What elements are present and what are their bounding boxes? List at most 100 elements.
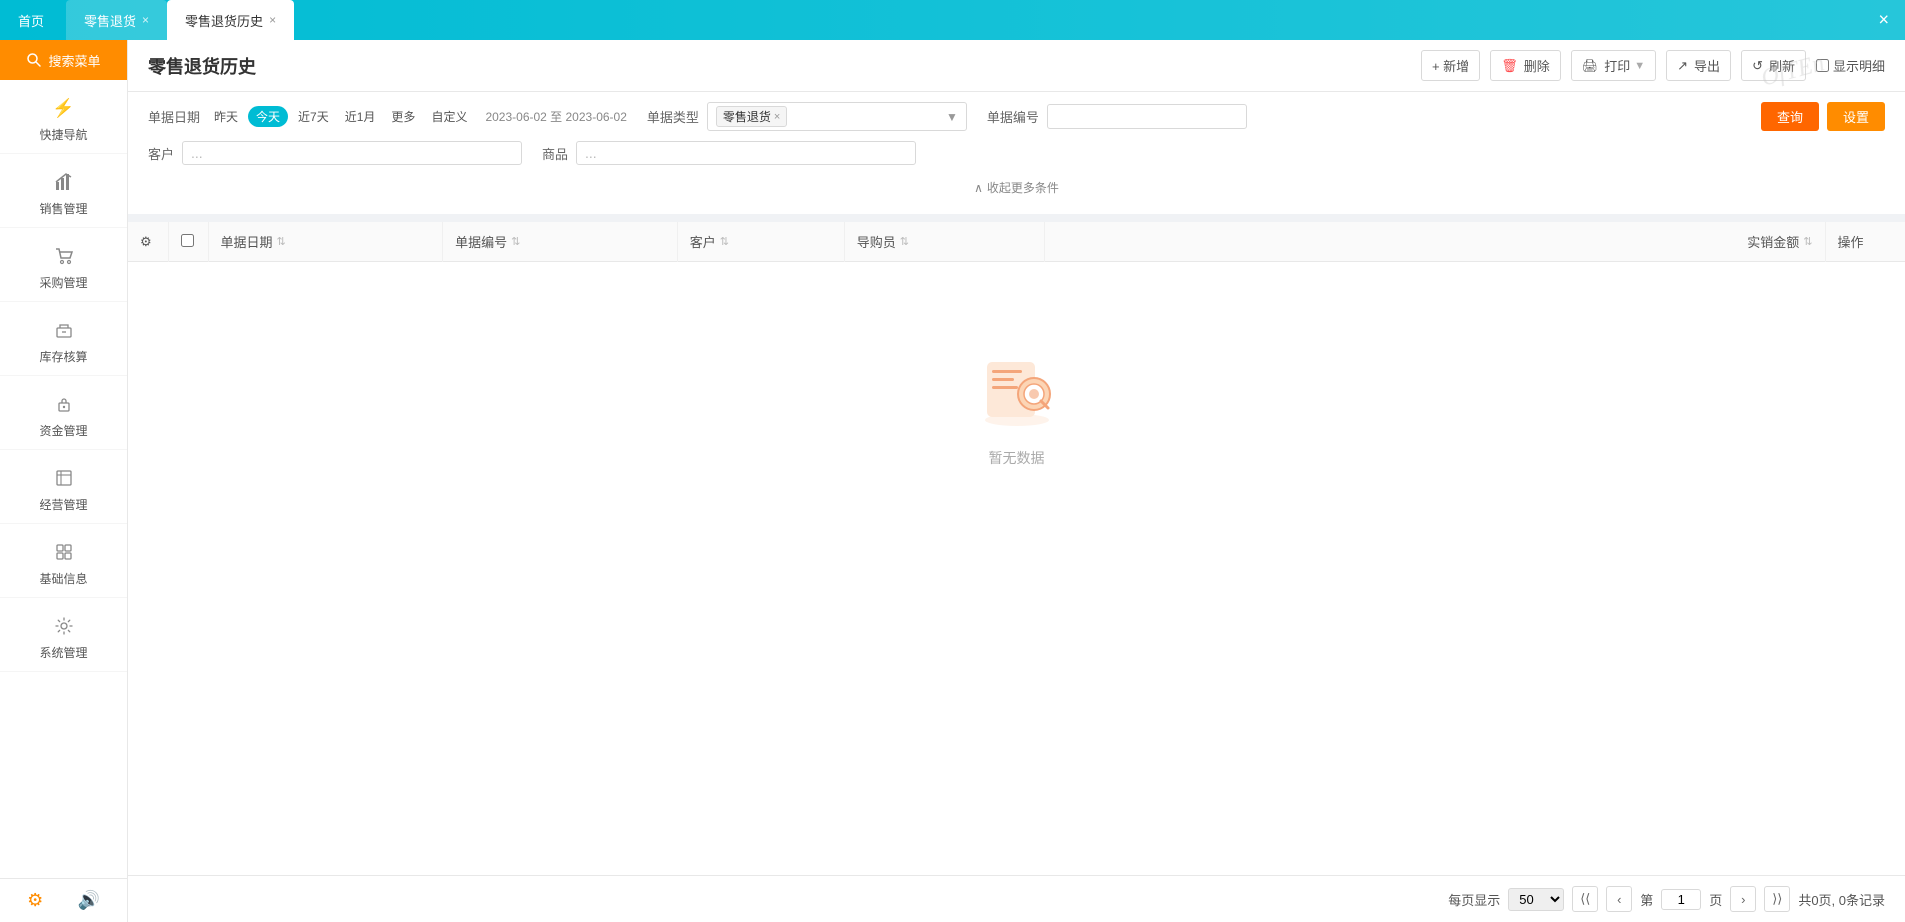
sidebar-item-system-mgmt[interactable]: 系统管理 bbox=[0, 598, 127, 672]
goods-label: 商品 bbox=[542, 144, 568, 163]
print-icon: 🖨 bbox=[1582, 58, 1599, 74]
th-doc-date[interactable]: 单据日期 ⇅ bbox=[208, 222, 443, 262]
th-customer-label: 客户 bbox=[690, 232, 716, 251]
tab-retail-return[interactable]: 零售退货 × bbox=[66, 0, 167, 40]
table-body: 暂无数据 bbox=[128, 262, 1905, 549]
customer-select[interactable]: ... bbox=[182, 141, 522, 165]
goods-select[interactable]: ... bbox=[576, 141, 916, 165]
empty-state-text: 暂无数据 bbox=[989, 448, 1045, 468]
page-size-select[interactable]: 20 50 100 bbox=[1508, 888, 1564, 911]
sidebar-search[interactable]: 搜索菜单 bbox=[0, 40, 127, 80]
sidebar-item-inventory[interactable]: 库存核算 bbox=[0, 302, 127, 376]
tab-retail-return-history[interactable]: 零售退货历史 × bbox=[167, 0, 294, 40]
doc-number-input[interactable] bbox=[1047, 104, 1247, 129]
empty-row: 暂无数据 bbox=[128, 262, 1905, 549]
pagination-bar: 每页显示 20 50 100 ⟨⟨ ‹ 第 1 页 › ⟩⟩ 共0页, 0条记录 bbox=[128, 875, 1905, 922]
date-btn-custom[interactable]: 自定义 bbox=[425, 106, 473, 127]
sidebar-item-quick-nav[interactable]: ⚡ 快捷导航 bbox=[0, 80, 127, 154]
date-btn-more[interactable]: 更多 bbox=[385, 106, 421, 127]
doc-type-tag-close[interactable]: × bbox=[774, 111, 780, 123]
sidebar-item-sales-mgmt[interactable]: 销售管理 bbox=[0, 154, 127, 228]
select-all-checkbox[interactable] bbox=[181, 234, 194, 247]
volume-bottom-icon[interactable]: 🔊 bbox=[77, 890, 99, 911]
display-detail-group: 显示明细 bbox=[1816, 56, 1885, 75]
settings-bottom-icon[interactable]: ⚙ bbox=[27, 890, 43, 911]
th-amount-label: 实销金额 bbox=[1747, 232, 1799, 251]
collapse-icon: ∧ bbox=[974, 181, 983, 195]
page-header-top: 零售退货历史 + 新增 🗑 删除 🖨 打印 ▼ ↗ bbox=[148, 50, 1885, 81]
new-button[interactable]: + 新增 bbox=[1421, 50, 1480, 81]
system-mgmt-icon bbox=[50, 612, 78, 640]
display-detail-label: 显示明细 bbox=[1833, 56, 1885, 75]
sidebar-item-quick-nav-label: 快捷导航 bbox=[39, 126, 87, 143]
date-btn-7days[interactable]: 近7天 bbox=[292, 106, 335, 127]
window-close-button[interactable]: × bbox=[1878, 10, 1889, 31]
sidebar-search-label: 搜索菜单 bbox=[48, 51, 100, 70]
export-button[interactable]: ↗ 导出 bbox=[1666, 50, 1731, 81]
tab-retail-return-history-close[interactable]: × bbox=[269, 13, 276, 27]
customer-placeholder: ... bbox=[191, 145, 203, 161]
goods-placeholder: ... bbox=[585, 145, 597, 161]
query-button[interactable]: 查询 bbox=[1761, 102, 1819, 131]
query-actions: 查询 设置 bbox=[1761, 102, 1885, 131]
tab-retail-return-history-label: 零售退货历史 bbox=[185, 11, 263, 30]
refresh-icon: ↺ bbox=[1752, 58, 1763, 74]
page-first-button[interactable]: ⟨⟨ bbox=[1572, 886, 1598, 912]
delete-icon: 🗑 bbox=[1501, 58, 1518, 74]
delete-button[interactable]: 🗑 删除 bbox=[1490, 50, 1561, 81]
page-next-button[interactable]: › bbox=[1730, 886, 1756, 912]
sidebar: 搜索菜单 ⚡ 快捷导航 销售管理 bbox=[0, 40, 128, 922]
refresh-button-label: 刷新 bbox=[1769, 56, 1795, 75]
sidebar-menu: ⚡ 快捷导航 销售管理 bbox=[0, 80, 127, 878]
th-guide[interactable]: 导购员 ⇅ bbox=[844, 222, 1045, 262]
th-settings[interactable]: ⚙ bbox=[128, 222, 168, 262]
sidebar-item-finance[interactable]: 资金管理 bbox=[0, 376, 127, 450]
header-actions: + 新增 🗑 删除 🖨 打印 ▼ ↗ 导出 bbox=[1421, 50, 1885, 81]
doc-type-select[interactable]: 零售退货 × ▼ bbox=[707, 102, 967, 131]
data-table: ⚙ 单据日期 ⇅ 单据编号 bbox=[128, 222, 1905, 548]
sidebar-item-operations[interactable]: 经营管理 bbox=[0, 450, 127, 524]
page-number-input[interactable]: 1 bbox=[1661, 889, 1701, 910]
page-prev-button[interactable]: ‹ bbox=[1606, 886, 1632, 912]
inventory-icon bbox=[50, 316, 78, 344]
th-checkbox[interactable] bbox=[168, 222, 208, 262]
doc-number-filter-group: 单据编号 bbox=[987, 104, 1247, 129]
sidebar-item-finance-label: 资金管理 bbox=[39, 422, 87, 439]
doc-number-label: 单据编号 bbox=[987, 107, 1039, 126]
page-last-button[interactable]: ⟩⟩ bbox=[1764, 886, 1790, 912]
column-settings-icon[interactable]: ⚙ bbox=[140, 234, 152, 249]
date-btn-today[interactable]: 今天 bbox=[248, 106, 288, 127]
customer-filter-group: 客户 ... bbox=[148, 141, 522, 165]
th-customer[interactable]: 客户 ⇅ bbox=[677, 222, 844, 262]
th-doc-number-label: 单据编号 bbox=[455, 232, 507, 251]
settings-button[interactable]: 设置 bbox=[1827, 102, 1885, 131]
page-label-suffix: 页 bbox=[1709, 890, 1722, 909]
page-size-label: 每页显示 bbox=[1448, 890, 1500, 909]
display-detail-checkbox[interactable] bbox=[1816, 59, 1829, 72]
th-doc-number[interactable]: 单据编号 ⇅ bbox=[443, 222, 678, 262]
page-title: 零售退货历史 bbox=[148, 53, 256, 79]
search-icon bbox=[26, 52, 42, 68]
tab-home[interactable]: 首页 bbox=[0, 0, 62, 40]
th-amount[interactable]: 实销金额 ⇅ bbox=[1045, 222, 1825, 262]
customer-label: 客户 bbox=[148, 144, 174, 163]
print-button[interactable]: 🖨 打印 ▼ bbox=[1571, 50, 1656, 81]
collapse-bar[interactable]: ∧ 收起更多条件 bbox=[148, 175, 1885, 204]
refresh-button[interactable]: ↺ 刷新 bbox=[1741, 50, 1806, 81]
goods-filter-group: 商品 ... bbox=[542, 141, 916, 165]
doc-type-label: 单据类型 bbox=[647, 107, 699, 126]
tab-home-label: 首页 bbox=[18, 11, 44, 30]
sidebar-item-basic-info[interactable]: 基础信息 bbox=[0, 524, 127, 598]
filter-row-1: 单据日期 昨天 今天 近7天 近1月 更多 自定义 2023-06-02 至 2… bbox=[148, 102, 1885, 131]
empty-state: 暂无数据 bbox=[128, 262, 1905, 548]
basic-info-icon bbox=[50, 538, 78, 566]
print-button-label: 打印 bbox=[1604, 56, 1630, 75]
sidebar-item-purchase-mgmt[interactable]: 采购管理 bbox=[0, 228, 127, 302]
date-btn-yesterday[interactable]: 昨天 bbox=[208, 106, 244, 127]
th-amount-sort-icon: ⇅ bbox=[1803, 235, 1812, 248]
date-btn-1month[interactable]: 近1月 bbox=[339, 106, 382, 127]
collapse-label: 收起更多条件 bbox=[987, 179, 1059, 196]
table-header-row: ⚙ 单据日期 ⇅ 单据编号 bbox=[128, 222, 1905, 262]
filter-area: 单据日期 昨天 今天 近7天 近1月 更多 自定义 2023-06-02 至 2… bbox=[128, 92, 1905, 214]
tab-retail-return-close[interactable]: × bbox=[142, 13, 149, 27]
